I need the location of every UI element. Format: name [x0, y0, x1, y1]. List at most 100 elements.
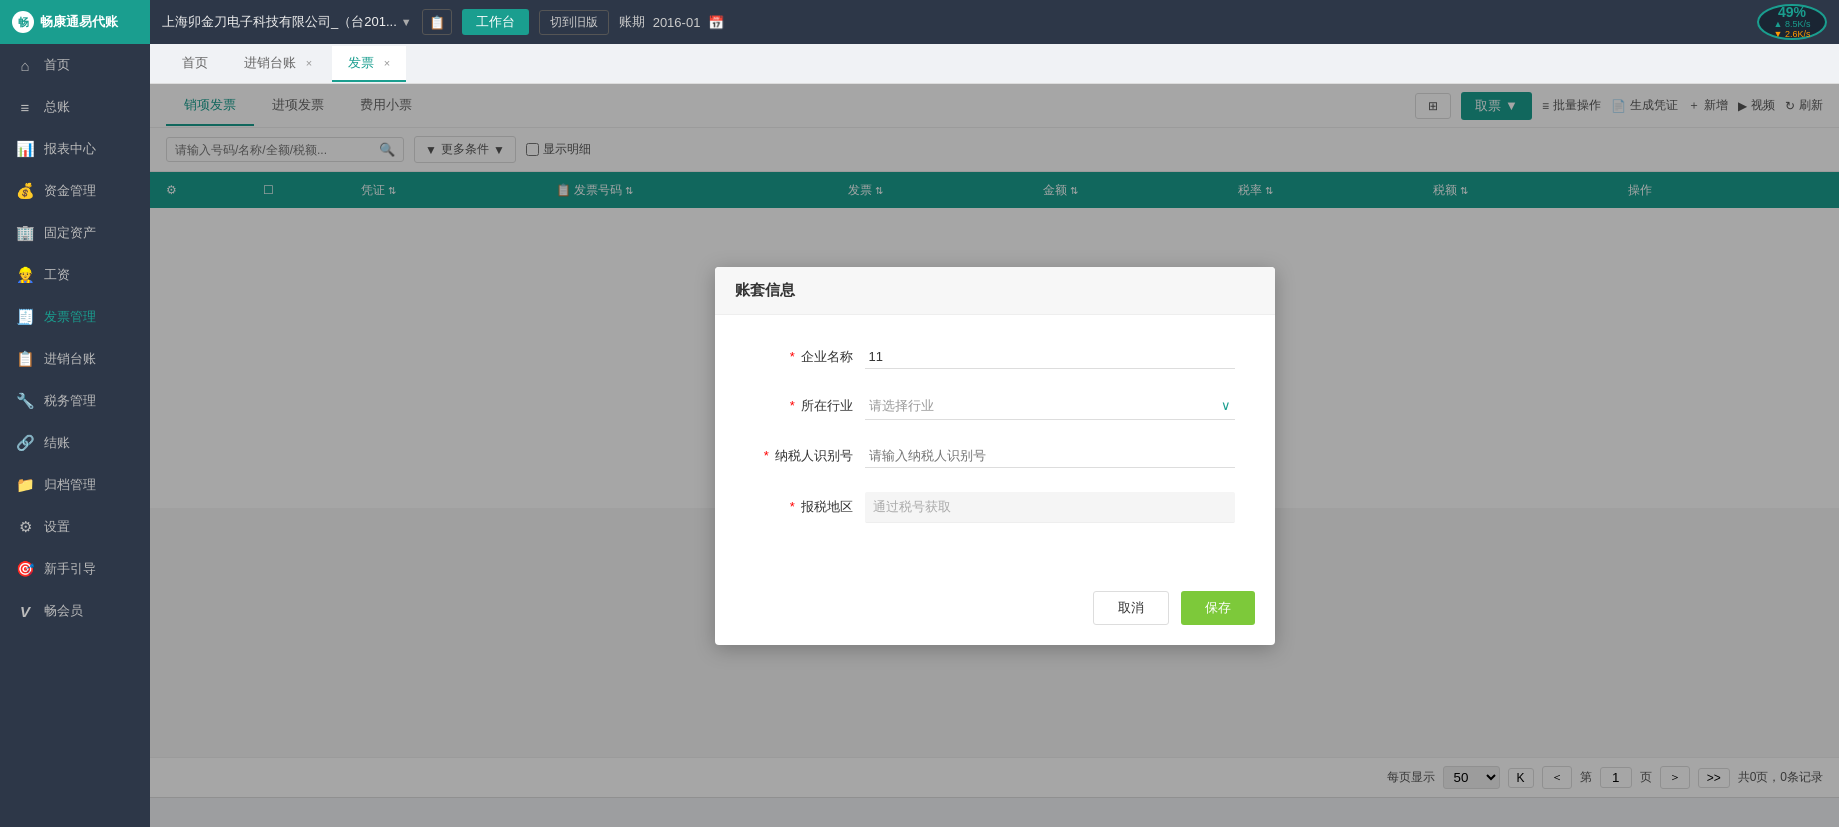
form-row-industry: * 所在行业 请选择行业 ∨ — [755, 393, 1235, 420]
sidebar-item-funds[interactable]: 💰 资金管理 — [0, 170, 150, 212]
required-star: * — [764, 448, 769, 463]
industry-field[interactable]: 请选择行业 ∨ — [865, 393, 1235, 420]
taxid-input[interactable] — [865, 444, 1235, 468]
reports-icon: 📊 — [16, 140, 34, 158]
taxid-label: * 纳税人识别号 — [755, 447, 865, 465]
payroll-icon: 👷 — [16, 266, 34, 284]
period-label: 账期 — [619, 13, 645, 31]
form-row-taxid: * 纳税人识别号 — [755, 444, 1235, 468]
sidebar-item-assets[interactable]: 🏢 固定资产 — [0, 212, 150, 254]
purchase-sales-icon: 📋 — [16, 350, 34, 368]
tab-purchase-sales[interactable]: 进销台账 × — [228, 46, 328, 82]
tab-ps-close[interactable]: × — [306, 57, 312, 69]
funds-icon: 💰 — [16, 182, 34, 200]
sidebar-item-label: 总账 — [44, 98, 70, 116]
sidebar-item-ledger[interactable]: ≡ 总账 — [0, 86, 150, 128]
sidebar-item-label: 固定资产 — [44, 224, 96, 242]
topbar-right: 49% ▲ 8.5K/s ▼ 2.6K/s — [1757, 4, 1827, 40]
company-icon-btn[interactable]: 📋 — [422, 9, 452, 35]
tab-invoice-label: 发票 — [348, 55, 374, 70]
dialog-body: * 企业名称 * 所在行业 — [715, 315, 1275, 577]
taxid-field — [865, 444, 1235, 468]
sidebar-item-settings[interactable]: ⚙ 设置 — [0, 506, 150, 548]
sidebar-item-label: 资金管理 — [44, 182, 96, 200]
workbench-button[interactable]: 工作台 — [462, 9, 529, 35]
sidebar-item-vip[interactable]: V 畅会员 — [0, 590, 150, 632]
sidebar-item-label: 结账 — [44, 434, 70, 452]
company-name: 上海卯金刀电子科技有限公司_（台201... — [162, 13, 397, 31]
form-row-company: * 企业名称 — [755, 345, 1235, 369]
sidebar-item-label: 发票管理 — [44, 308, 96, 326]
logo-icon: 畅 — [12, 11, 34, 33]
calendar-icon[interactable]: 📅 — [708, 15, 724, 30]
guide-icon: 🎯 — [16, 560, 34, 578]
dialog-footer: 取消 保存 — [715, 577, 1275, 645]
taxregion-field: 通过税号获取 — [865, 492, 1235, 523]
sidebar-item-label: 归档管理 — [44, 476, 96, 494]
industry-dropdown-icon: ∨ — [1221, 398, 1231, 413]
sidebar-item-label: 进销台账 — [44, 350, 96, 368]
logo: 畅 畅康通易代账 — [0, 0, 150, 44]
sidebar-item-tax[interactable]: 🔧 税务管理 — [0, 380, 150, 422]
sidebar-item-purchase-sales[interactable]: 📋 进销台账 — [0, 338, 150, 380]
sidebar-item-label: 工资 — [44, 266, 70, 284]
ledger-icon: ≡ — [16, 99, 34, 116]
company-selector[interactable]: 上海卯金刀电子科技有限公司_（台201... ▼ — [162, 13, 412, 31]
company-name-input[interactable] — [865, 345, 1235, 369]
industry-select[interactable]: 请选择行业 ∨ — [865, 393, 1235, 420]
speed-indicator: 49% ▲ 8.5K/s ▼ 2.6K/s — [1757, 4, 1827, 40]
archive-icon: 📁 — [16, 476, 34, 494]
tax-icon: 🔧 — [16, 392, 34, 410]
company-name-label: * 企业名称 — [755, 348, 865, 366]
required-star: * — [790, 398, 795, 413]
tab-invoice[interactable]: 发票 × — [332, 46, 406, 82]
logo-text: 畅康通易代账 — [40, 13, 118, 31]
tab-home[interactable]: 首页 — [166, 46, 224, 82]
speed-down: ▼ 2.6K/s — [1774, 29, 1811, 39]
sidebar-item-archive[interactable]: 📁 归档管理 — [0, 464, 150, 506]
invoice-icon: 🧾 — [16, 308, 34, 326]
company-dropdown-icon: ▼ — [401, 16, 412, 28]
period-display: 账期 2016-01 📅 — [619, 13, 725, 31]
form-row-taxregion: * 报税地区 通过税号获取 — [755, 492, 1235, 523]
tabs-bar: 首页 进销台账 × 发票 × — [150, 44, 1839, 84]
taxregion-readonly: 通过税号获取 — [865, 492, 1235, 523]
speed-percent: 49% — [1778, 5, 1806, 19]
speed-up: ▲ 8.5K/s — [1774, 19, 1811, 29]
tab-invoice-close[interactable]: × — [384, 57, 390, 69]
sidebar-item-guide[interactable]: 🎯 新手引导 — [0, 548, 150, 590]
topbar: 上海卯金刀电子科技有限公司_（台201... ▼ 📋 工作台 切到旧版 账期 2… — [150, 0, 1839, 44]
industry-placeholder: 请选择行业 — [869, 397, 1221, 415]
sidebar-item-label: 报表中心 — [44, 140, 96, 158]
sidebar-item-close-accounts[interactable]: 🔗 结账 — [0, 422, 150, 464]
industry-label: * 所在行业 — [755, 397, 865, 415]
tab-home-label: 首页 — [182, 55, 208, 70]
sidebar-item-label: 新手引导 — [44, 560, 96, 578]
main-area: 上海卯金刀电子科技有限公司_（台201... ▼ 📋 工作台 切到旧版 账期 2… — [150, 0, 1839, 827]
content-area: 销项发票 进项发票 费用小票 ⊞ 取票 ▼ ≡ 批量 — [150, 84, 1839, 827]
period-value: 2016-01 — [653, 15, 701, 30]
account-info-dialog: 账套信息 * 企业名称 — [715, 267, 1275, 645]
home-icon: ⌂ — [16, 57, 34, 74]
required-star: * — [790, 499, 795, 514]
close-accounts-icon: 🔗 — [16, 434, 34, 452]
sidebar-item-payroll[interactable]: 👷 工资 — [0, 254, 150, 296]
sidebar-item-label: 设置 — [44, 518, 70, 536]
old-version-button[interactable]: 切到旧版 — [539, 10, 609, 35]
assets-icon: 🏢 — [16, 224, 34, 242]
dialog-overlay: 账套信息 * 企业名称 — [150, 84, 1839, 827]
sidebar: 畅 畅康通易代账 ⌂ 首页 ≡ 总账 📊 报表中心 💰 资金管理 🏢 固定资产 … — [0, 0, 150, 827]
sidebar-item-label: 首页 — [44, 56, 70, 74]
sidebar-item-reports[interactable]: 📊 报表中心 — [0, 128, 150, 170]
company-name-field — [865, 345, 1235, 369]
sidebar-item-label: 畅会员 — [44, 602, 83, 620]
save-button[interactable]: 保存 — [1181, 591, 1255, 625]
dialog-title: 账套信息 — [715, 267, 1275, 315]
sidebar-item-invoices[interactable]: 🧾 发票管理 — [0, 296, 150, 338]
cancel-button[interactable]: 取消 — [1093, 591, 1169, 625]
required-star: * — [790, 349, 795, 364]
taxregion-label: * 报税地区 — [755, 498, 865, 516]
vip-icon: V — [16, 603, 34, 620]
sidebar-item-label: 税务管理 — [44, 392, 96, 410]
sidebar-item-home[interactable]: ⌂ 首页 — [0, 44, 150, 86]
